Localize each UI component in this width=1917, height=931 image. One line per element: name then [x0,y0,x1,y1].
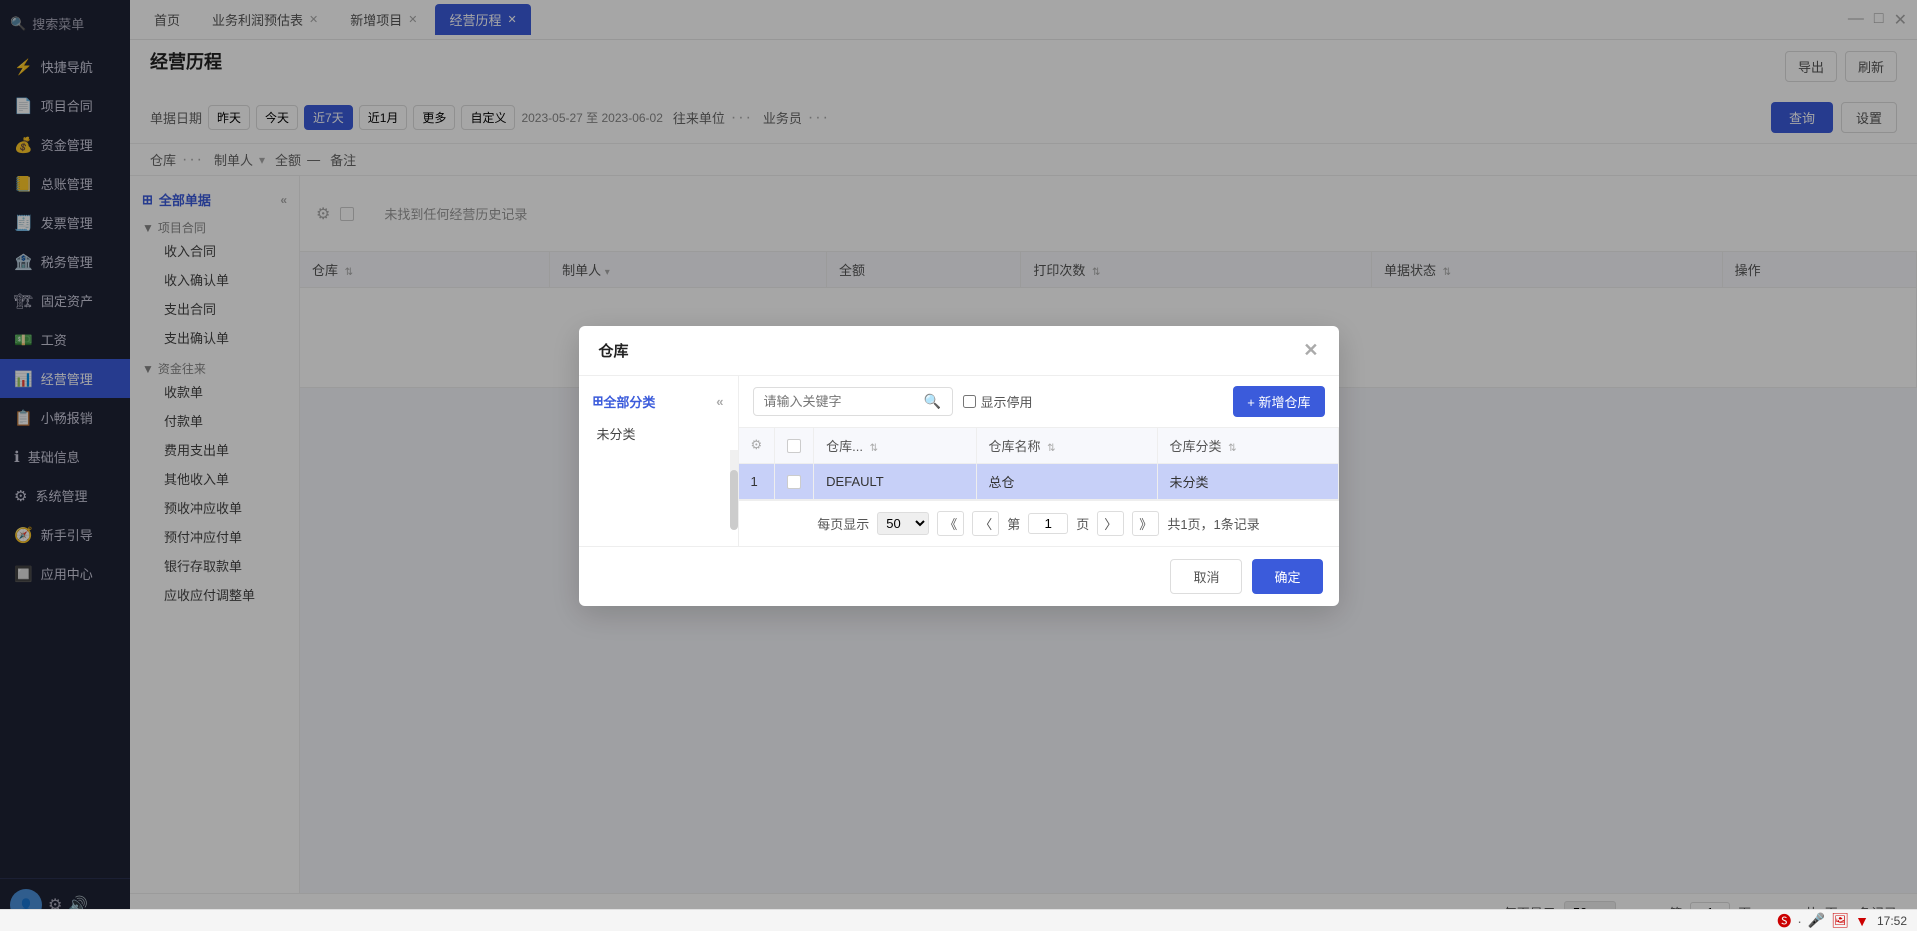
status-time: 17:52 [1877,914,1907,928]
th-modal-checkbox [775,428,814,464]
modal-last-page[interactable]: 》 [1132,511,1159,536]
sort-icon-modal-code[interactable]: ⇅ [870,443,878,454]
modal-table-gear-icon[interactable]: ⚙ [751,437,763,452]
modal-table: ⚙ 仓库... ⇅ [739,428,1339,500]
modal-search-wrapper: 🔍 [753,387,953,416]
row-category: 未分类 [1157,463,1338,499]
modal-cancel-button[interactable]: 取消 [1170,559,1242,594]
modal-left-uncategorized[interactable]: 未分类 [579,417,738,450]
grid-icon-modal: ⊞ [593,393,604,409]
row-id: 1 [739,463,775,499]
modal-scrollbar-thumb[interactable] [730,470,738,530]
th-modal-code: 仓库... ⇅ [814,428,976,464]
modal-backdrop[interactable]: 仓库 ✕ ⊞ 全部分类 « 未分类 [0,0,1917,931]
modal-per-page-label: 每页显示 [817,514,869,533]
modal-all-categories-label: 全部分类 [603,392,655,411]
status-bar: 🅢 · 🎤 🖼 ▼ 17:52 [0,909,1917,931]
row-code: DEFAULT [814,463,976,499]
modal-prev-page[interactable]: 〈 [972,511,999,536]
sort-icon-modal-name[interactable]: ⇅ [1047,443,1055,454]
taskbar-icons: 🅢 · 🎤 🖼 ▼ [1777,911,1869,931]
modal-right-panel: 🔍 显示停用 + 新增仓库 [739,376,1339,546]
modal-page-label: 第 [1007,514,1020,533]
table-row[interactable]: 1 DEFAULT 总仓 未分类 [739,463,1339,499]
show-disabled-label[interactable]: 显示停用 [963,392,1033,411]
modal-search-bar: 🔍 显示停用 + 新增仓库 [739,376,1339,428]
modal-title: 仓库 [599,340,629,361]
modal-add-warehouse-button[interactable]: + 新增仓库 [1233,386,1324,417]
th-modal-category: 仓库分类 ⇅ [1157,428,1338,464]
modal-table-header-row: ⚙ 仓库... ⇅ [739,428,1339,464]
sort-icon-modal-category[interactable]: ⇅ [1228,443,1236,454]
row-checkbox[interactable] [775,463,814,499]
modal-left-all-categories[interactable]: ⊞ 全部分类 « [579,386,738,417]
warehouse-modal: 仓库 ✕ ⊞ 全部分类 « 未分类 [579,326,1339,606]
modal-first-page[interactable]: 《 [937,511,964,536]
modal-header: 仓库 ✕ [579,326,1339,376]
modal-footer: 取消 确定 [579,546,1339,606]
modal-page-input[interactable] [1028,513,1068,534]
modal-collapse-icon[interactable]: « [716,394,723,409]
modal-confirm-button[interactable]: 确定 [1252,559,1322,594]
modal-pagination: 每页显示 50 100 《 〈 第 页 〉 》 共1页，1条记录 [739,500,1339,546]
modal-search-icon: 🔍 [924,393,941,410]
th-modal-settings: ⚙ [739,428,775,464]
modal-total-label: 共1页，1条记录 [1167,514,1259,533]
modal-table-wrap: ⚙ 仓库... ⇅ [739,428,1339,500]
modal-search-input[interactable] [764,394,924,409]
modal-close-button[interactable]: ✕ [1303,340,1318,361]
show-disabled-text: 显示停用 [981,392,1033,411]
modal-body: ⊞ 全部分类 « 未分类 [579,376,1339,546]
row-name: 总仓 [976,463,1157,499]
modal-per-page-select[interactable]: 50 100 [877,512,929,535]
modal-scrollbar[interactable] [730,450,738,520]
modal-next-page[interactable]: 〉 [1097,511,1124,536]
modal-page-suffix: 页 [1076,514,1089,533]
show-disabled-checkbox[interactable] [963,395,976,408]
modal-select-all[interactable] [787,439,801,453]
modal-left-panel: ⊞ 全部分类 « 未分类 [579,376,739,546]
th-modal-name: 仓库名称 ⇅ [976,428,1157,464]
